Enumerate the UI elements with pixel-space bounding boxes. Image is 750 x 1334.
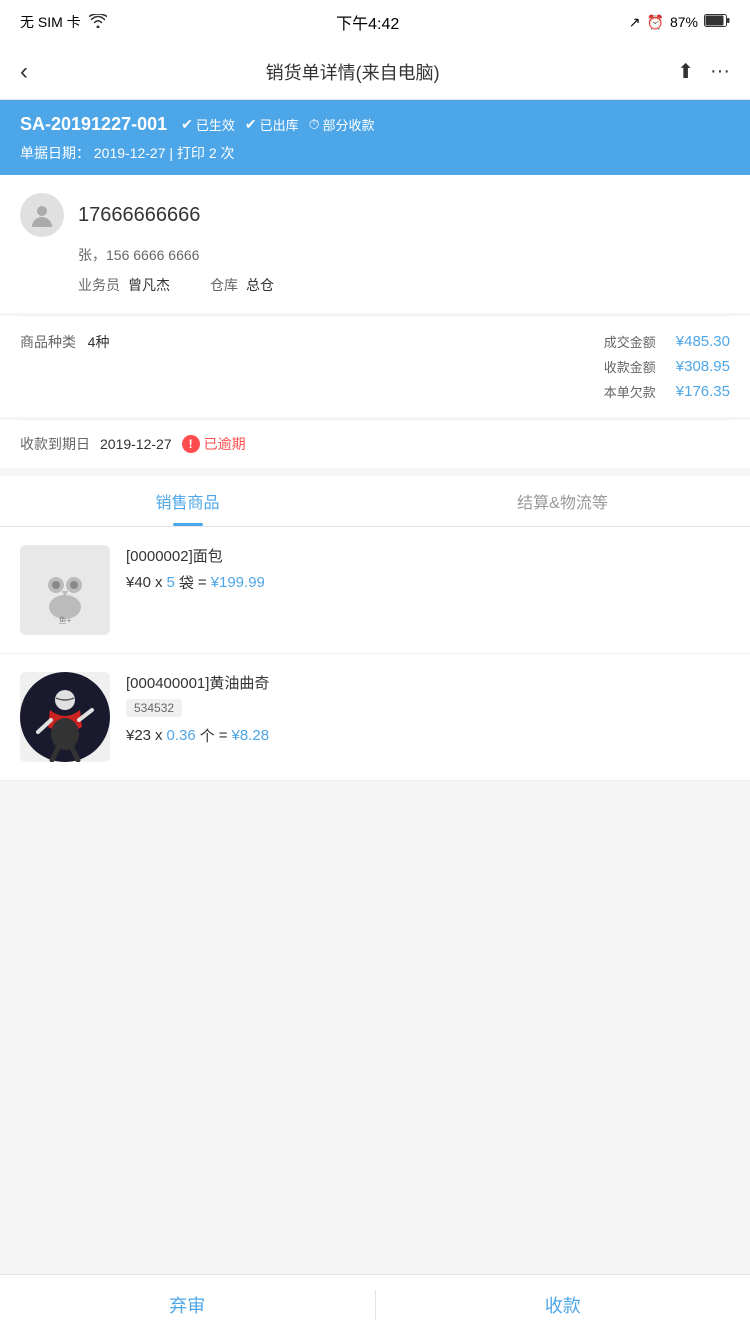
tab-settlement-label: 结算&物流等 [517,489,608,513]
product-price-2: ¥23 [126,727,151,744]
order-id: SA-20191227-001 [20,114,167,135]
tab-settlement[interactable]: 结算&物流等 [375,476,750,526]
bottom-bar: 弃审 收款 [0,1274,750,1334]
deal-amount-row: 成交金额 ¥485.30 [604,332,730,351]
battery-icon [704,14,730,30]
products-section: 鱼+ [0000002]面包 ¥40 x 5 袋 = ¥199.99 [0,527,750,781]
warehouse-info: 仓库 总仓 [210,275,274,295]
received-label: 收款金额 [604,357,656,376]
customer-phone: 17666666666 [78,204,200,227]
summary-left: 商品种类 4种 [20,332,109,352]
due-label: 收款到期日 [20,434,90,454]
status-partial: ⏱ 部分收款 [309,115,375,134]
check-icon-2: ✔ [245,116,257,133]
page-title: 销货单详情(来自电脑) [266,59,440,85]
product-total-2: ¥8.28 [232,727,270,744]
unit-1: 袋 [179,572,194,593]
status-effective: ✔ 已生效 [181,115,235,134]
alarm-icon: ⏰ [647,14,664,31]
summary-right: 成交金额 ¥485.30 收款金额 ¥308.95 本单欠款 ¥176.35 [604,332,730,401]
date-label: 单据日期： [20,145,90,161]
tab-sales-products[interactable]: 销售商品 [0,476,375,526]
location-icon: ↗ [629,14,641,31]
sales-name: 曾凡杰 [128,275,170,295]
unit-2: 个 [200,725,215,746]
status-bar: 无 SIM 卡 下午4:42 ↗ ⏰ 87% [0,0,750,44]
deal-amount-label: 成交金额 [604,332,656,351]
order-date: 2019-12-27 [94,145,166,161]
product-info-2: [000400001]黄油曲奇 534532 ¥23 x 0.36 个 = ¥8… [126,672,730,746]
owed-label: 本单欠款 [604,382,656,401]
status-left: 无 SIM 卡 [20,12,107,32]
product-total-1: ¥199.99 [211,574,265,591]
due-section: 收款到期日 2019-12-27 ! 已逾期 [0,420,750,468]
received-amount: ¥308.95 [676,358,730,375]
customer-meta: 业务员 曾凡杰 仓库 总仓 [78,275,730,295]
sim-text: 无 SIM 卡 [20,12,81,32]
summary-section: 商品种类 4种 成交金额 ¥485.30 收款金额 ¥308.95 本单欠款 ¥… [0,316,750,417]
wifi-icon [89,14,107,31]
category-label: 商品种类 [20,334,76,350]
product-name-2: [000400001]黄油曲奇 [126,672,730,693]
overdue-icon: ! [182,435,200,453]
operator-1: x [155,574,163,591]
operator-2: x [155,727,163,744]
tab-sales-label: 销售商品 [155,489,219,513]
share-icon[interactable]: ⬆ [677,59,694,84]
overdue-badge: ! 已逾期 [182,434,246,454]
product-price-row-2: ¥23 x 0.36 个 = ¥8.28 [126,725,730,746]
received-amount-row: 收款金额 ¥308.95 [604,357,730,376]
avatar [20,193,64,237]
confirm-button[interactable]: 收款 [376,1275,750,1334]
order-date-row: 单据日期： 2019-12-27 | 打印 2 次 [20,143,730,163]
status-tags: ✔ 已生效 ✔ 已出库 ⏱ 部分收款 [181,115,374,134]
customer-section: 17666666666 张，156 6666 6666 业务员 曾凡杰 仓库 总… [0,175,750,313]
svg-text:鱼+: 鱼+ [59,615,72,625]
battery-text: 87% [670,14,698,30]
print-info: | 打印 2 次 [169,145,234,161]
status-right: ↗ ⏰ 87% [629,14,730,31]
product-sku: 534532 [126,699,182,717]
due-date: 2019-12-27 [100,436,172,452]
product-price-row-1: ¥40 x 5 袋 = ¥199.99 [126,572,730,593]
product-info-1: [0000002]面包 ¥40 x 5 袋 = ¥199.99 [126,545,730,593]
owed-amount-row: 本单欠款 ¥176.35 [604,382,730,401]
cancel-button[interactable]: 弃审 [0,1275,375,1334]
nav-bar: ‹ 销货单详情(来自电脑) ⬆ ··· [0,44,750,100]
warehouse-name: 总仓 [246,275,274,295]
sales-info: 业务员 曾凡杰 [78,275,170,295]
product-name-1: [0000002]面包 [126,545,730,566]
check-icon-1: ✔ [181,116,193,133]
deal-amount: ¥485.30 [676,333,730,350]
product-qty-2: 0.36 [167,727,196,744]
product-price-1: ¥40 [126,574,151,591]
equals-2: = [219,727,228,744]
list-item: [000400001]黄油曲奇 534532 ¥23 x 0.36 个 = ¥8… [0,654,750,781]
more-icon[interactable]: ··· [710,60,730,83]
sales-label: 业务员 [78,275,120,295]
equals-1: = [198,574,207,591]
overdue-text: 已逾期 [204,434,246,454]
customer-detail: 张，156 6666 6666 [78,245,730,265]
clock-icon: ⏱ [309,116,320,133]
status-shipped: ✔ 已出库 [245,115,299,134]
product-thumbnail-1: 鱼+ [20,545,110,635]
category-count: 4种 [88,334,110,350]
product-thumbnail-2 [20,672,110,762]
order-header: SA-20191227-001 ✔ 已生效 ✔ 已出库 ⏱ 部分收款 单据日期：… [0,100,750,175]
owed-amount: ¥176.35 [676,383,730,400]
product-qty-1: 5 [167,574,175,591]
customer-row: 17666666666 [20,193,730,237]
list-item: 鱼+ [0000002]面包 ¥40 x 5 袋 = ¥199.99 [0,527,750,654]
tab-underline [173,523,203,526]
tabs: 销售商品 结算&物流等 [0,476,750,527]
nav-actions: ⬆ ··· [677,59,730,84]
bottom-spacer [0,781,750,841]
time-display: 下午4:42 [336,10,399,34]
back-button[interactable]: ‹ [20,58,28,86]
warehouse-label: 仓库 [210,275,238,295]
